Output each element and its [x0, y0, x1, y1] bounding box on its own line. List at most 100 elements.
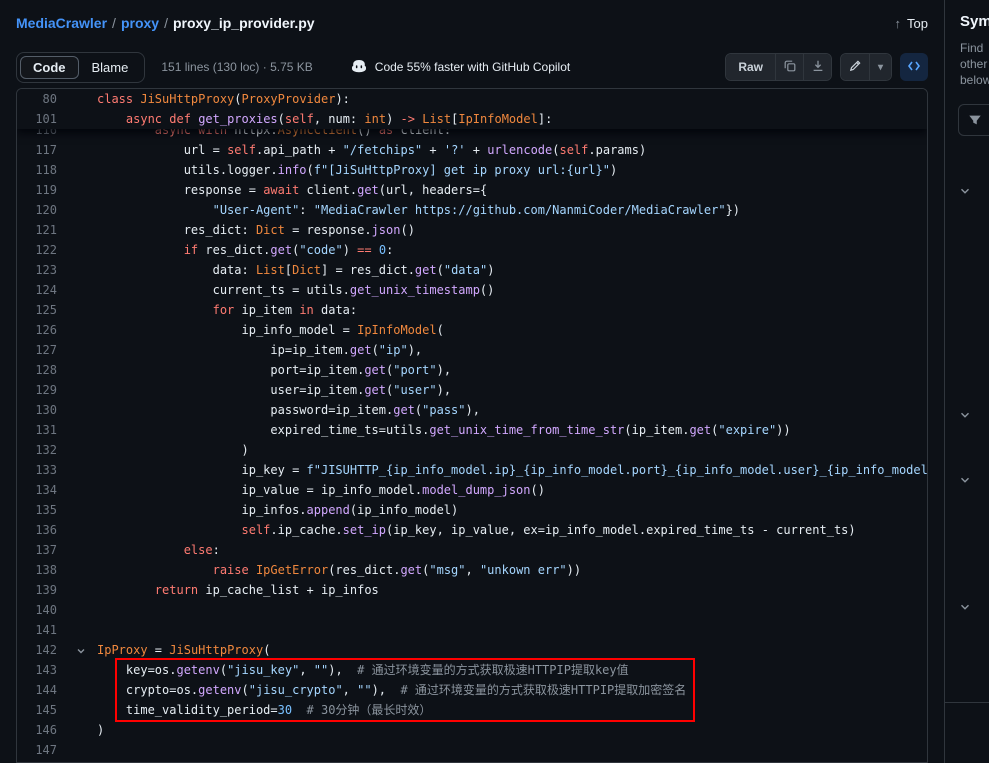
- symbols-panel-toggle-button[interactable]: [900, 53, 928, 81]
- line-number[interactable]: 80: [17, 89, 65, 109]
- code-line: 125 for ip_item in data:: [17, 300, 927, 320]
- code-text: self.ip_cache.set_ip(ip_key, ip_value, e…: [65, 520, 856, 540]
- code-text: async def get_proxies(self, num: int) ->…: [65, 109, 552, 129]
- code-text: data: List[Dict] = res_dict.get("data"): [65, 260, 494, 280]
- code-text: ip=ip_item.get("ip"),: [65, 340, 422, 360]
- line-number[interactable]: 122: [17, 240, 65, 260]
- line-number[interactable]: 131: [17, 420, 65, 440]
- line-number[interactable]: 119: [17, 180, 65, 200]
- copy-raw-button[interactable]: [775, 54, 803, 80]
- line-number[interactable]: 130: [17, 400, 65, 420]
- line-number[interactable]: 126: [17, 320, 65, 340]
- edit-group: ▾: [840, 53, 892, 81]
- line-number[interactable]: 125: [17, 300, 65, 320]
- code-line: 140: [17, 600, 927, 620]
- copilot-banner-text: Code 55% faster with GitHub Copilot: [375, 60, 570, 74]
- panel-divider: [945, 702, 989, 703]
- line-number[interactable]: 129: [17, 380, 65, 400]
- pencil-icon: [848, 59, 862, 76]
- line-number[interactable]: 147: [17, 740, 65, 760]
- breadcrumb-repo-link[interactable]: MediaCrawler: [16, 15, 107, 31]
- code-text: time_validity_period=30 # 30分钟（最长时效）: [65, 700, 431, 720]
- line-number[interactable]: 140: [17, 600, 65, 620]
- line-number[interactable]: 117: [17, 140, 65, 160]
- code-line: 126 ip_info_model = IpInfoModel(: [17, 320, 927, 340]
- tab-code[interactable]: Code: [20, 56, 79, 79]
- copilot-banner[interactable]: Code 55% faster with GitHub Copilot: [351, 58, 570, 77]
- code-text: crypto=os.getenv("jisu_crypto", ""), # 通…: [65, 680, 686, 700]
- symbol-group-chevron-icon[interactable]: [958, 600, 972, 619]
- line-number[interactable]: 141: [17, 620, 65, 640]
- line-number[interactable]: 134: [17, 480, 65, 500]
- line-number[interactable]: 146: [17, 720, 65, 740]
- arrow-up-icon: ↑: [895, 16, 902, 31]
- symbol-group-chevron-icon[interactable]: [958, 184, 972, 203]
- breadcrumb-separator: /: [164, 15, 168, 31]
- download-raw-button[interactable]: [803, 54, 831, 80]
- symbols-panel-description: Find other below: [945, 30, 989, 88]
- breadcrumb-separator: /: [112, 15, 116, 31]
- code-text: for ip_item in data:: [65, 300, 357, 320]
- code-text: expired_time_ts=utils.get_unix_time_from…: [65, 420, 791, 440]
- code-text: utils.logger.info(f"[JiSuHttpProxy] get …: [65, 160, 617, 180]
- line-number[interactable]: 127: [17, 340, 65, 360]
- back-to-top-label: Top: [907, 16, 928, 31]
- line-number[interactable]: 145: [17, 700, 65, 720]
- line-number[interactable]: 139: [17, 580, 65, 600]
- code-line: 127 ip=ip_item.get("ip"),: [17, 340, 927, 360]
- code-line: 136 self.ip_cache.set_ip(ip_key, ip_valu…: [17, 520, 927, 540]
- line-number[interactable]: 144: [17, 680, 65, 700]
- line-number[interactable]: 101: [17, 109, 65, 129]
- line-number[interactable]: 132: [17, 440, 65, 460]
- code-text: IpProxy = JiSuHttpProxy(: [65, 640, 270, 660]
- copy-icon: [783, 59, 797, 76]
- line-number[interactable]: 143: [17, 660, 65, 680]
- code-text: [65, 620, 97, 640]
- symbols-panel: Symbols Find other below: [944, 0, 989, 763]
- description-line: other: [960, 56, 989, 72]
- line-number[interactable]: 121: [17, 220, 65, 240]
- symbol-group-chevron-icon[interactable]: [958, 473, 972, 492]
- line-number[interactable]: 135: [17, 500, 65, 520]
- tab-blame[interactable]: Blame: [79, 56, 142, 79]
- code-line: 139 return ip_cache_list + ip_infos: [17, 580, 927, 600]
- line-number[interactable]: 128: [17, 360, 65, 380]
- filter-funnel-icon: [968, 113, 982, 132]
- file-view: MediaCrawler / proxy / proxy_ip_provider…: [0, 0, 944, 763]
- code-text: ): [65, 720, 104, 740]
- line-number[interactable]: 136: [17, 520, 65, 540]
- edit-pencil-button[interactable]: [841, 54, 869, 80]
- line-number[interactable]: 138: [17, 560, 65, 580]
- code-line: 119 response = await client.get(url, hea…: [17, 180, 927, 200]
- line-number[interactable]: 123: [17, 260, 65, 280]
- line-number[interactable]: 120: [17, 200, 65, 220]
- code-text: ip_key = f"JISUHTTP_{ip_info_model.ip}_{…: [65, 460, 928, 480]
- copilot-icon: [351, 58, 367, 77]
- symbols-filter-input[interactable]: [958, 104, 989, 136]
- edit-dropdown-button[interactable]: ▾: [869, 54, 891, 80]
- code-line: 80class JiSuHttpProxy(ProxyProvider):: [17, 89, 927, 109]
- line-number[interactable]: 133: [17, 460, 65, 480]
- code-line: 146): [17, 720, 927, 740]
- code-symbols-icon: [906, 58, 922, 77]
- code-line: 142IpProxy = JiSuHttpProxy(: [17, 640, 927, 660]
- back-to-top-button[interactable]: ↑ Top: [895, 16, 928, 31]
- line-number[interactable]: 118: [17, 160, 65, 180]
- code-line: 137 else:: [17, 540, 927, 560]
- code-line: 128 port=ip_item.get("port"),: [17, 360, 927, 380]
- code-line: 134 ip_value = ip_info_model.model_dump_…: [17, 480, 927, 500]
- raw-button[interactable]: Raw: [726, 54, 775, 80]
- file-header: MediaCrawler / proxy / proxy_ip_provider…: [0, 0, 944, 46]
- code-text: current_ts = utils.get_unix_timestamp(): [65, 280, 494, 300]
- symbol-group-chevron-icon[interactable]: [958, 408, 972, 427]
- description-line: Find: [960, 40, 989, 56]
- code-text: else:: [65, 540, 220, 560]
- breadcrumb-folder-link[interactable]: proxy: [121, 15, 159, 31]
- code-line: 141: [17, 620, 927, 640]
- code-text: user=ip_item.get("user"),: [65, 380, 451, 400]
- code-text: response = await client.get(url, headers…: [65, 180, 487, 200]
- line-number[interactable]: 142: [17, 640, 65, 660]
- code-line: 130 password=ip_item.get("pass"),: [17, 400, 927, 420]
- line-number[interactable]: 124: [17, 280, 65, 300]
- line-number[interactable]: 137: [17, 540, 65, 560]
